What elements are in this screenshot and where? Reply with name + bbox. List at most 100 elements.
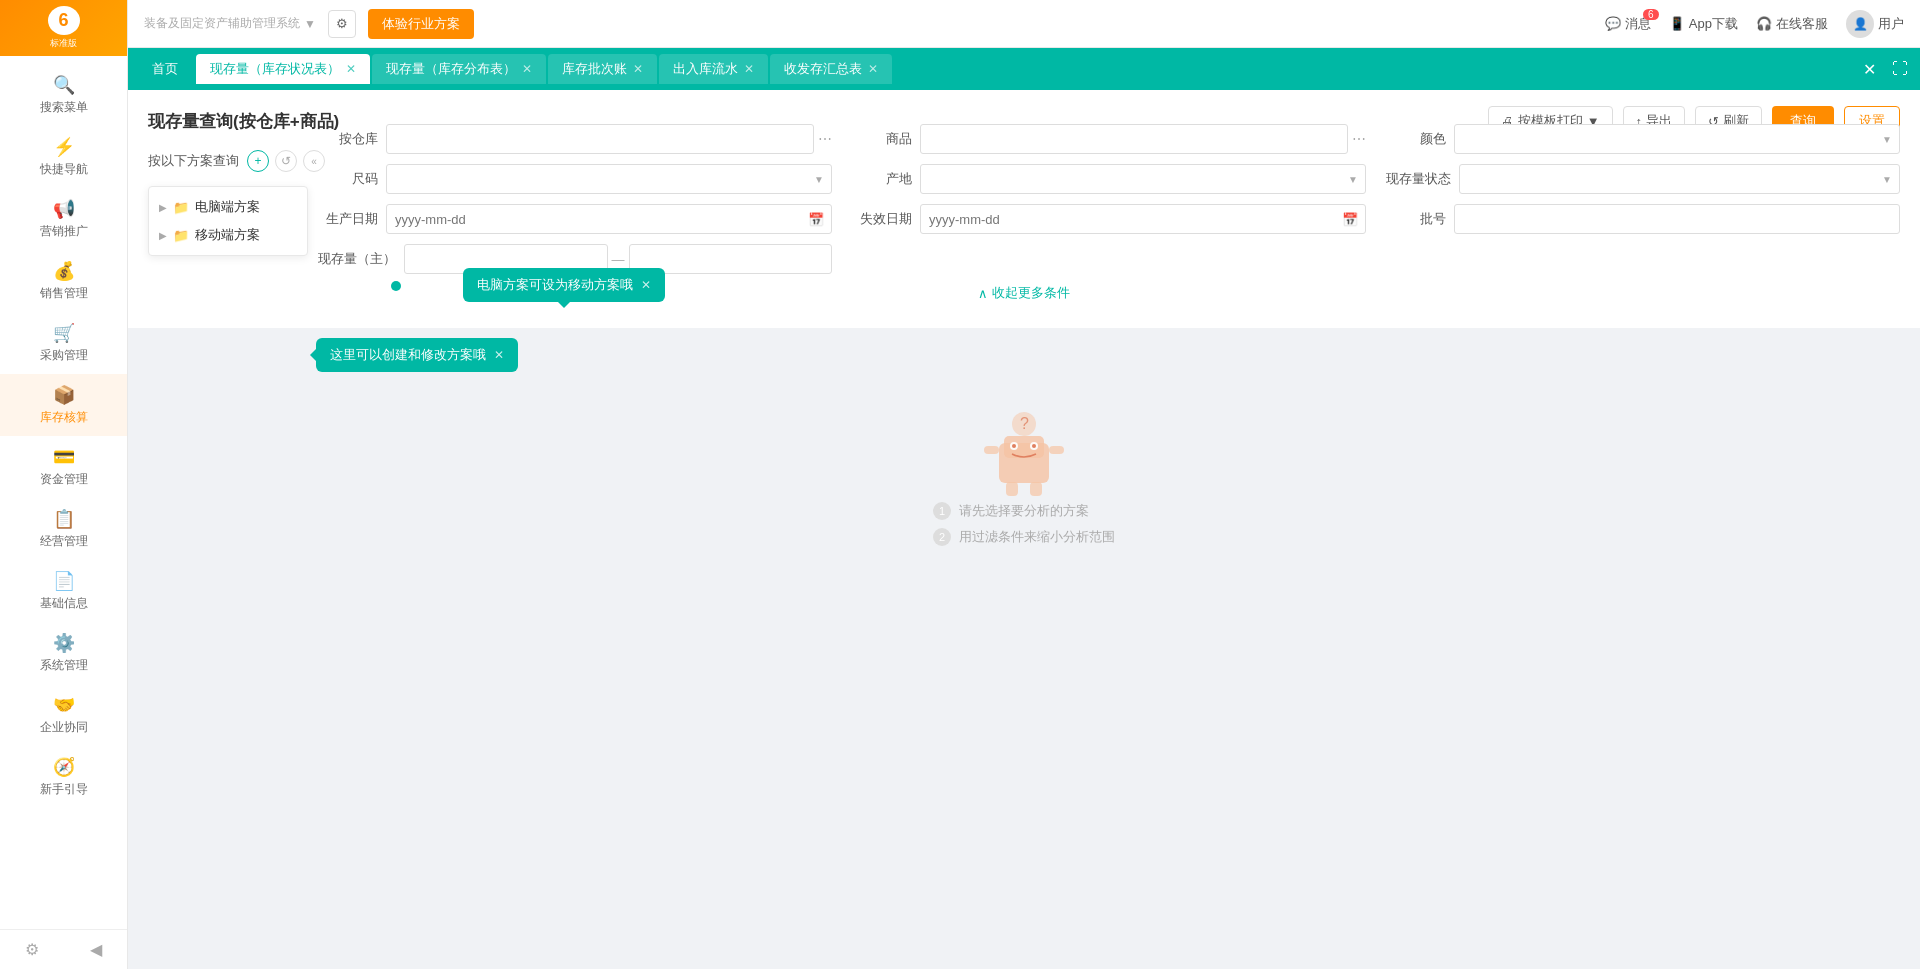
tab-close-inventory-dist[interactable]: ✕	[522, 62, 532, 76]
color-select[interactable]	[1454, 124, 1900, 154]
query-section: 现存量查询(按仓库+商品) 🖨 按模板打印 ▼ ↑ 导出 ↺ 刷新	[128, 90, 1920, 328]
filter-main: 按仓库 ⋯ 商品 ⋯	[318, 124, 1900, 274]
tab-summary[interactable]: 收发存汇总表 ✕	[770, 54, 892, 84]
filter-icon-group: + ↺ «	[247, 150, 325, 172]
tooltip2-close[interactable]: ✕	[494, 348, 504, 362]
sidebar-icon: 🤝	[53, 694, 75, 716]
expand-icon2: ▶	[159, 230, 167, 241]
mobile-icon: 📱	[1669, 16, 1685, 31]
tab-close-inventory-status[interactable]: ✕	[346, 62, 356, 76]
sidebar-item-营销推广[interactable]: 📢 营销推广	[0, 188, 127, 250]
warehouse-field: 按仓库 ⋯	[318, 124, 832, 154]
folder-icon2: 📁	[173, 228, 189, 243]
expire-date-input[interactable]	[920, 204, 1366, 234]
refresh-scheme-btn[interactable]: ↺	[275, 150, 297, 172]
dropdown-arrow-icon: ▼	[304, 17, 316, 31]
sidebar-icon: 🔍	[53, 74, 75, 96]
page-content: 现存量查询(按仓库+商品) 🖨 按模板打印 ▼ ↑ 导出 ↺ 刷新	[128, 90, 1920, 969]
sidebar-icon: 📢	[53, 198, 75, 220]
tree-item-desktop[interactable]: ▶ 📁 电脑端方案	[149, 193, 307, 221]
sidebar-item-销售管理[interactable]: 💰 销售管理	[0, 250, 127, 312]
sidebar-item-基础信息[interactable]: 📄 基础信息	[0, 560, 127, 622]
warehouse-more-icon[interactable]: ⋯	[818, 131, 832, 147]
main-area: 装备及固定资产辅助管理系统 ▼ ⚙ 体验行业方案 💬 消息 6 📱 App下载 …	[128, 0, 1920, 969]
sidebar-item-新手引导[interactable]: 🧭 新手引导	[0, 746, 127, 808]
sidebar-item-快捷导航[interactable]: ⚡ 快捷导航	[0, 126, 127, 188]
empty-state: ? 1 请先选择要分析的方案 2 用过滤条件来缩小分析范围	[128, 328, 1920, 630]
filter-row3: 生产日期 📅 失效日期 📅	[318, 204, 1900, 234]
tab-close-all-icon[interactable]: ✕	[1859, 56, 1880, 83]
tab-close-summary[interactable]: ✕	[868, 62, 878, 76]
color-label: 颜色	[1386, 130, 1446, 148]
system-title[interactable]: 装备及固定资产辅助管理系统 ▼	[144, 15, 316, 32]
tree-item-mobile[interactable]: ▶ 📁 移动端方案	[149, 221, 307, 249]
gear-button[interactable]: ⚙	[328, 10, 356, 38]
tab-home[interactable]: 首页	[136, 54, 194, 84]
origin-field: 产地 ▼	[852, 164, 1366, 194]
origin-label: 产地	[852, 170, 912, 188]
online-service-btn[interactable]: 🎧 在线客服	[1756, 15, 1828, 33]
tab-close-batch[interactable]: ✕	[633, 62, 643, 76]
sidebar-label: 销售管理	[40, 285, 88, 302]
empty-steps: 1 请先选择要分析的方案 2 用过滤条件来缩小分析范围	[933, 498, 1115, 550]
svg-text:?: ?	[1020, 415, 1029, 432]
tab-inventory-batch[interactable]: 库存批次账 ✕	[548, 54, 657, 84]
warehouse-input[interactable]	[386, 124, 814, 154]
tab-inventory-status[interactable]: 现存量（库存状况表） ✕	[196, 54, 370, 84]
size-select[interactable]	[386, 164, 832, 194]
headset-icon: 🎧	[1756, 16, 1772, 31]
goods-more-icon[interactable]: ⋯	[1352, 131, 1366, 147]
produce-date-input[interactable]	[386, 204, 832, 234]
top-header: 装备及固定资产辅助管理系统 ▼ ⚙ 体验行业方案 💬 消息 6 📱 App下载 …	[128, 0, 1920, 48]
tooltip-create: 这里可以创建和修改方案哦 ✕	[316, 338, 518, 372]
sidebar-label: 采购管理	[40, 347, 88, 364]
user-avatar: 👤	[1846, 10, 1874, 38]
sidebar-item-资金管理[interactable]: 💳 资金管理	[0, 436, 127, 498]
sidebar-label: 库存核算	[40, 409, 88, 426]
produce-date-label: 生产日期	[318, 210, 378, 228]
sidebar-icon: 📄	[53, 570, 75, 592]
sidebar-icon: ⚡	[53, 136, 75, 158]
logo-icon: 6	[48, 6, 80, 35]
add-scheme-btn[interactable]: +	[247, 150, 269, 172]
svg-rect-8	[1006, 482, 1018, 496]
dot-marker	[391, 281, 401, 291]
sidebar-icon: 💰	[53, 260, 75, 282]
experience-button[interactable]: 体验行业方案	[368, 9, 474, 39]
sidebar-item-库存核算[interactable]: 📦 库存核算	[0, 374, 127, 436]
tab-inout-flow[interactable]: 出入库流水 ✕	[659, 54, 768, 84]
header-left: 装备及固定资产辅助管理系统 ▼ ⚙ 体验行业方案	[144, 9, 474, 39]
tooltip1-close[interactable]: ✕	[641, 278, 651, 292]
user-area[interactable]: 👤 用户	[1846, 10, 1904, 38]
notification-btn[interactable]: 💬 消息 6	[1605, 15, 1651, 33]
sidebar-icon: ⚙️	[53, 632, 75, 654]
sidebar-item-采购管理[interactable]: 🛒 采购管理	[0, 312, 127, 374]
tab-fullscreen-icon[interactable]: ⛶	[1888, 56, 1912, 82]
tab-close-inout[interactable]: ✕	[744, 62, 754, 76]
page-title: 现存量查询(按仓库+商品)	[148, 110, 339, 133]
sidebar-label: 资金管理	[40, 471, 88, 488]
origin-select[interactable]	[920, 164, 1366, 194]
sidebar-label: 快捷导航	[40, 161, 88, 178]
sidebar-label: 营销推广	[40, 223, 88, 240]
sidebar-icon: 📋	[53, 508, 75, 530]
color-field: 颜色 ▼	[1386, 124, 1900, 154]
more-conditions-toggle[interactable]: ∧ 收起更多条件	[148, 274, 1900, 312]
warehouse-label: 按仓库	[318, 130, 378, 148]
expire-date-label: 失效日期	[852, 210, 912, 228]
tab-inventory-dist[interactable]: 现存量（库存分布表） ✕	[372, 54, 546, 84]
app-download-btn[interactable]: 📱 App下载	[1669, 15, 1738, 33]
sidebar-item-企业协同[interactable]: 🤝 企业协同	[0, 684, 127, 746]
sidebar-item-系统管理[interactable]: ⚙️ 系统管理	[0, 622, 127, 684]
settings-bottom-icon[interactable]: ⚙	[25, 940, 39, 959]
empty-illustration: ?	[974, 408, 1074, 498]
batch-input[interactable]	[1454, 204, 1900, 234]
tooltip-scheme: 电脑方案可设为移动方案哦 ✕	[463, 268, 665, 302]
sidebar-item-经营管理[interactable]: 📋 经营管理	[0, 498, 127, 560]
stock-status-select[interactable]	[1459, 164, 1900, 194]
expand-icon: ▶	[159, 202, 167, 213]
filter-area: 按以下方案查询 + ↺ « 电脑方案可设为移动方案哦 ✕	[148, 150, 1900, 312]
collapse-icon[interactable]: ◀	[90, 940, 102, 959]
sidebar-item-搜索菜单[interactable]: 🔍 搜索菜单	[0, 64, 127, 126]
goods-input[interactable]	[920, 124, 1348, 154]
